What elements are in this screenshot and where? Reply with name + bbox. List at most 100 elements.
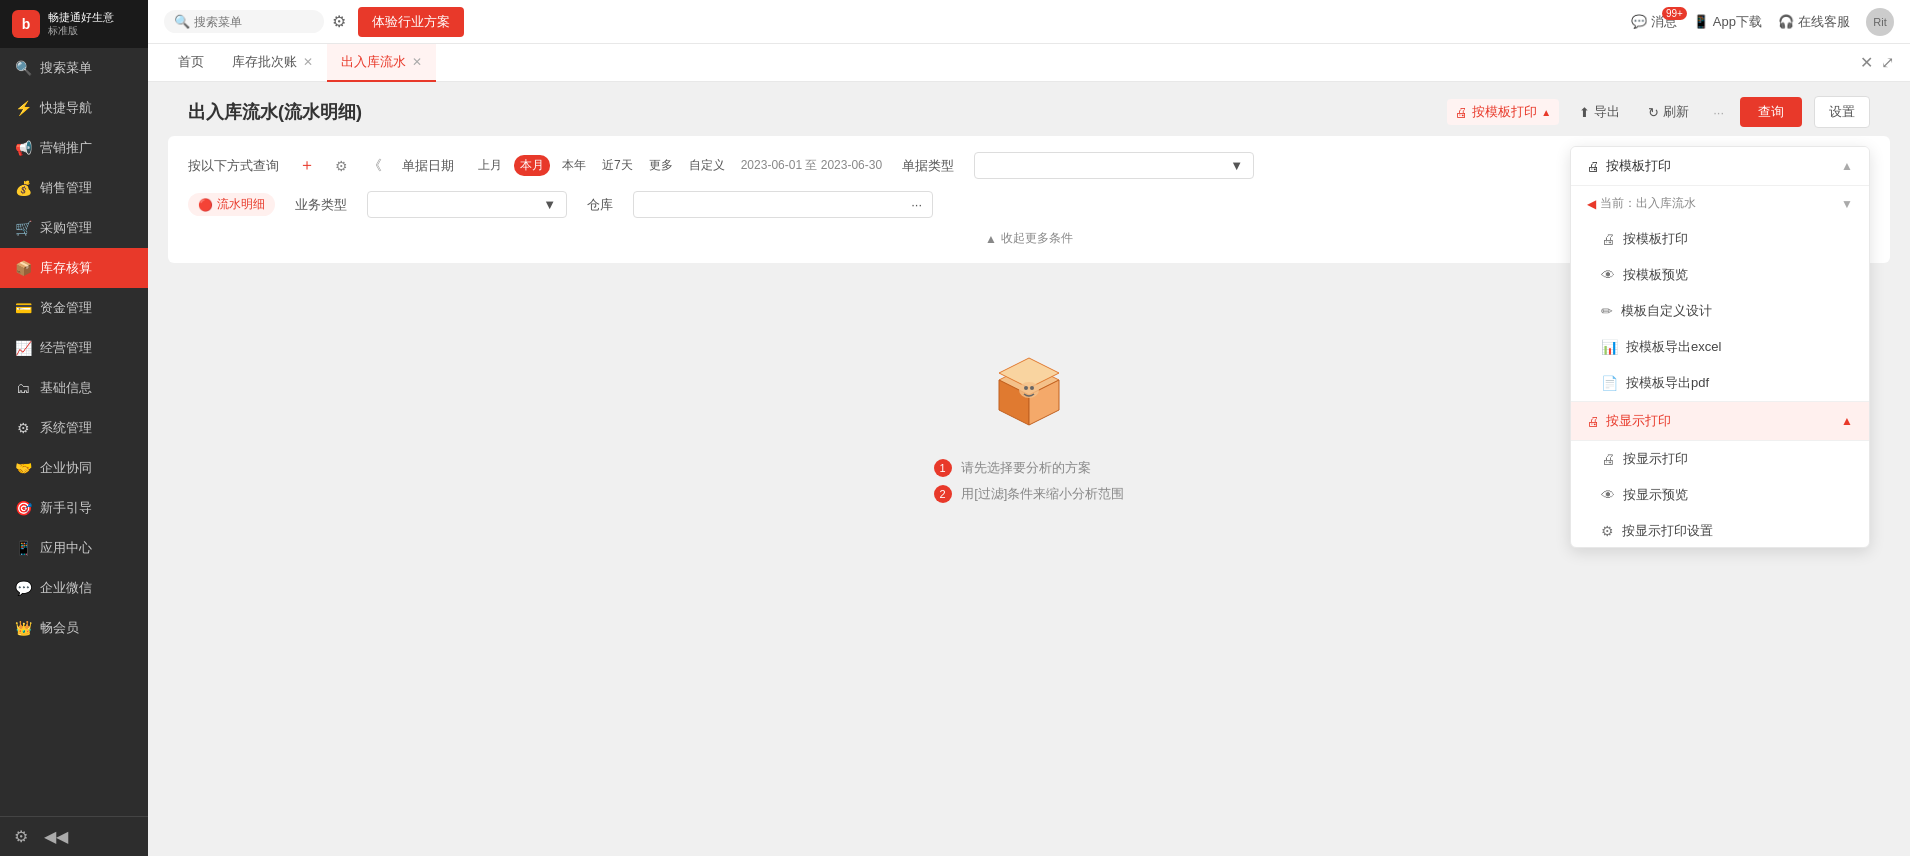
chevron-up-icon4: ▲ (985, 232, 997, 246)
sidebar-item-label: 应用中心 (40, 539, 92, 557)
trial-btn[interactable]: 体验行业方案 (358, 7, 464, 37)
sidebar-item-guide[interactable]: 🎯 新手引导 (0, 488, 148, 528)
online-service-btn[interactable]: 🎧 在线客服 (1778, 13, 1850, 31)
receipt-type-label: 单据类型 (902, 157, 954, 175)
tab-stock-flow[interactable]: 出入库流水 ✕ (327, 44, 436, 82)
sidebar-item-member[interactable]: 👑 畅会员 (0, 608, 148, 648)
printer-icon3: 🖨 (1587, 414, 1600, 429)
user-avatar[interactable]: Rit (1866, 8, 1894, 36)
preview-icon: 👁 (1601, 267, 1615, 283)
printer-icon: 🖨 (1455, 105, 1468, 120)
query-btn[interactable]: 查询 (1740, 97, 1802, 127)
content-area: 出入库流水(流水明细) 🖨 按模板打印 ▲ ⬆ 导出 ↻ 刷新 ··· 查询 设… (148, 82, 1910, 856)
template-print-current[interactable]: ◀ 当前：出入库流水 ▼ (1571, 186, 1869, 221)
messages-btn[interactable]: 💬 消息 99+ (1631, 13, 1677, 31)
export-btn[interactable]: ⬆ 导出 (1571, 99, 1628, 125)
topbar-gear-icon[interactable]: ⚙ (332, 12, 346, 31)
warehouse-more-icon: ··· (911, 197, 922, 212)
template-export-excel-label: 按模板导出excel (1626, 338, 1721, 356)
app-download-btn[interactable]: 📱 App下载 (1693, 13, 1762, 31)
svg-point-6 (1030, 386, 1034, 390)
settings-bottom-icon[interactable]: ⚙ (14, 827, 28, 846)
sidebar-item-label: 企业协同 (40, 459, 92, 477)
sidebar-item-system[interactable]: ⚙ 系统管理 (0, 408, 148, 448)
tab-home-label: 首页 (178, 53, 204, 71)
sidebar-item-wechat[interactable]: 💬 企业微信 (0, 568, 148, 608)
search-input[interactable] (194, 15, 314, 29)
filter-collapse-icon[interactable]: 《 (368, 157, 382, 175)
sidebar-item-operations[interactable]: 📈 经营管理 (0, 328, 148, 368)
chevron-down-icon: ▼ (1841, 197, 1853, 211)
display-print-label: 按显示打印 (1606, 412, 1671, 430)
template-print-section-header[interactable]: 🖨 按模板打印 ▲ (1571, 147, 1869, 186)
business-type-select[interactable]: ▼ (367, 191, 567, 218)
app-edition: 标准版 (48, 24, 114, 38)
sidebar-item-label: 新手引导 (40, 499, 92, 517)
message-icon: 💬 (1631, 14, 1647, 29)
template-custom-design-item[interactable]: ✏ 模板自定义设计 (1571, 293, 1869, 329)
print-template-btn[interactable]: 🖨 按模板打印 ▲ (1447, 99, 1559, 125)
date-custom[interactable]: 自定义 (685, 155, 729, 176)
date-more[interactable]: 更多 (645, 155, 677, 176)
sidebar-item-marketing[interactable]: 📢 营销推广 (0, 128, 148, 168)
tab-stock-flow-label: 出入库流水 (341, 53, 406, 71)
topbar-search-box[interactable]: 🔍 (164, 10, 324, 33)
date-shortcuts: 上月 本月 本年 近7天 更多 自定义 2023-06-01 至 2023-06… (474, 155, 882, 176)
settings-btn[interactable]: 设置 (1814, 96, 1870, 128)
window-maximize-icon[interactable]: ⤢ (1881, 53, 1894, 72)
date-last-7days[interactable]: 近7天 (598, 155, 637, 176)
sidebar-item-inventory[interactable]: 📦 库存核算 (0, 248, 148, 288)
chevron-up-icon3: ▲ (1841, 414, 1853, 428)
sidebar-item-app-center[interactable]: 📱 应用中心 (0, 528, 148, 568)
refresh-btn[interactable]: ↻ 刷新 (1640, 99, 1697, 125)
display-print-section-header[interactable]: 🖨 按显示打印 ▲ (1571, 402, 1869, 441)
sidebar-item-label: 快捷导航 (40, 99, 92, 117)
sidebar-item-label: 搜索菜单 (40, 59, 92, 77)
sidebar-item-purchase[interactable]: 🛒 采购管理 (0, 208, 148, 248)
date-last-month[interactable]: 上月 (474, 155, 506, 176)
sidebar-item-quick-nav[interactable]: ⚡ 快捷导航 (0, 88, 148, 128)
warehouse-select[interactable]: ··· (633, 191, 933, 218)
app-logo-icon: b (12, 10, 40, 38)
receipt-type-select[interactable]: ▼ (974, 152, 1254, 179)
display-print-settings-item[interactable]: ⚙ 按显示打印设置 (1571, 513, 1869, 547)
filter-settings-icon[interactable]: ⚙ (335, 158, 348, 174)
handshake-icon: 🤝 (14, 460, 32, 476)
sidebar-item-sales[interactable]: 💰 销售管理 (0, 168, 148, 208)
sidebar-item-finance[interactable]: 💳 资金管理 (0, 288, 148, 328)
tab-batch-account-close[interactable]: ✕ (303, 55, 313, 69)
display-preview-item[interactable]: 👁 按显示预览 (1571, 477, 1869, 513)
window-close-icon[interactable]: ✕ (1860, 53, 1873, 72)
date-this-year[interactable]: 本年 (558, 155, 590, 176)
template-preview-item[interactable]: 👁 按模板预览 (1571, 257, 1869, 293)
business-type-dropdown-icon: ▼ (543, 197, 556, 212)
warehouse-label: 仓库 (587, 196, 613, 214)
tab-batch-account[interactable]: 库存批次账 ✕ (218, 44, 327, 82)
business-type-label: 业务类型 (295, 196, 347, 214)
date-this-month[interactable]: 本月 (514, 155, 550, 176)
more-actions-icon[interactable]: ··· (1713, 105, 1724, 120)
sidebar-nav: 🔍 搜索菜单 ⚡ 快捷导航 📢 营销推广 💰 销售管理 🛒 采购管理 📦 库存核… (0, 48, 148, 816)
collapse-sidebar-icon[interactable]: ◀◀ (44, 827, 68, 846)
page-title: 出入库流水(流水明细) (188, 100, 362, 124)
refresh-icon: ↻ (1648, 105, 1659, 120)
target-icon: 🎯 (14, 500, 32, 516)
tab-stock-flow-close[interactable]: ✕ (412, 55, 422, 69)
empty-tip-2: 2 用[过滤]条件来缩小分析范围 (934, 481, 1125, 507)
gear-icon: ⚙ (14, 420, 32, 436)
sidebar-item-label: 库存核算 (40, 259, 92, 277)
online-service-label: 在线客服 (1798, 13, 1850, 31)
sidebar-item-search[interactable]: 🔍 搜索菜单 (0, 48, 148, 88)
sidebar-item-base[interactable]: 🗂 基础信息 (0, 368, 148, 408)
folder-icon: 🗂 (14, 380, 32, 396)
display-print-item[interactable]: 🖨 按显示打印 (1571, 441, 1869, 477)
template-export-excel-item[interactable]: 📊 按模板导出excel (1571, 329, 1869, 365)
tab-home[interactable]: 首页 (164, 44, 218, 82)
template-print-item[interactable]: 🖨 按模板打印 (1571, 221, 1869, 257)
filter-tag-label: 流水明细 (217, 196, 265, 213)
sidebar-item-enterprise[interactable]: 🤝 企业协同 (0, 448, 148, 488)
filter-tag-water[interactable]: 🔴 流水明细 (188, 193, 275, 216)
template-export-pdf-item[interactable]: 📄 按模板导出pdf (1571, 365, 1869, 401)
add-filter-icon[interactable]: ＋ (299, 155, 315, 176)
collapse-more-label: 收起更多条件 (1001, 230, 1073, 247)
